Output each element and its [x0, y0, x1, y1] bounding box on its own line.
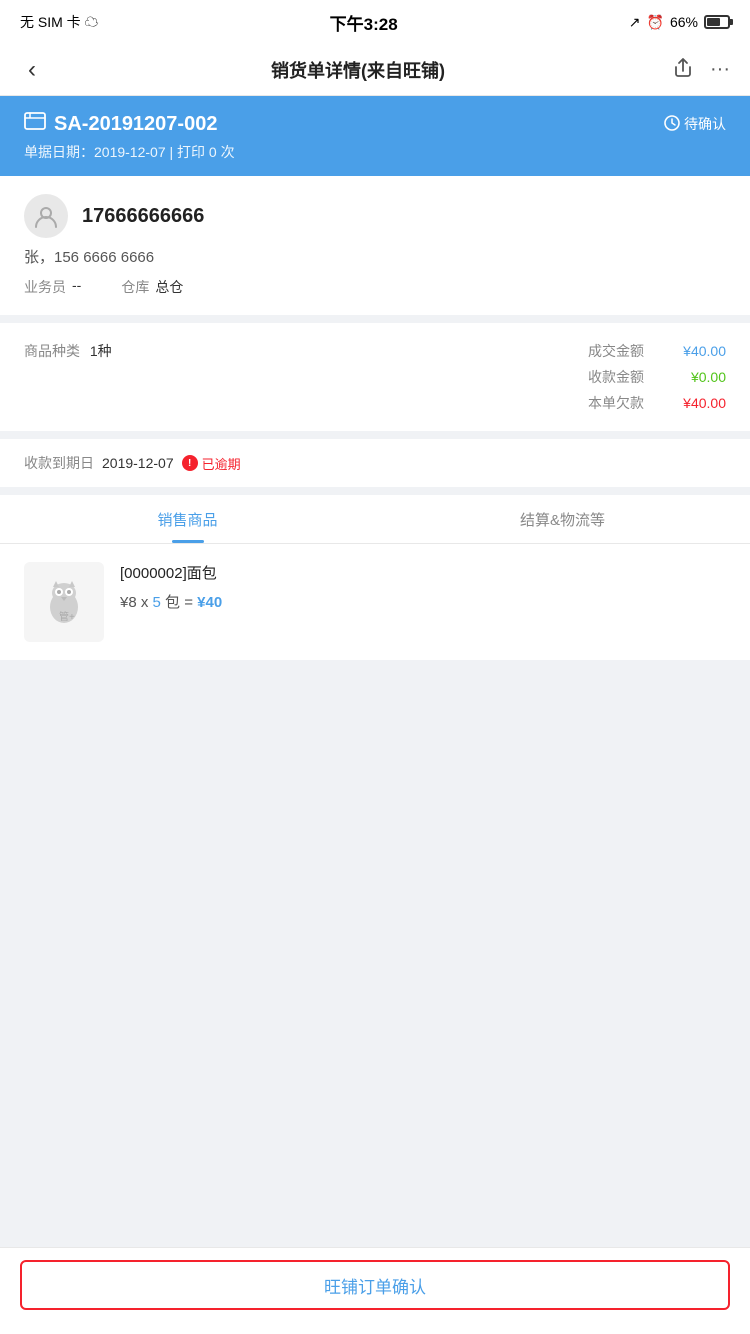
product-qty: 5	[153, 594, 161, 611]
order-icon	[24, 112, 46, 136]
overdue-text: 已逾期	[202, 454, 241, 473]
more-button[interactable]: ···	[710, 58, 730, 81]
confirm-button[interactable]: 旺铺订单确认	[20, 1260, 730, 1310]
status-bar: 无 SIM 卡 ☁ 下午3:28 ↗ ⏰ 66%	[0, 0, 750, 44]
empty-space	[0, 661, 750, 881]
svg-text:管+: 管+	[59, 610, 75, 623]
tab-settlement-label: 结算&物流等	[520, 509, 605, 530]
due-date-label: 收款到期日	[24, 453, 94, 473]
customer-meta: 业务员 -- 仓库 总仓	[24, 277, 726, 297]
product-types-value: 1种	[90, 343, 112, 359]
tabs-row: 销售商品 结算&物流等	[0, 495, 750, 543]
summary-section: 商品种类 1种 成交金额 ¥40.00 收款金额 ¥0.00 本单欠款 ¥40.…	[0, 323, 750, 439]
product-item: 管+ [0000002]面包 ¥8 x 5 包 = ¥40	[0, 544, 750, 661]
summary-right: 成交金额 ¥40.00 收款金额 ¥0.00 本单欠款 ¥40.00	[588, 341, 726, 413]
tab-sales-goods[interactable]: 销售商品	[0, 495, 375, 543]
price-multiply: x	[141, 594, 153, 611]
overdue-icon: !	[182, 455, 198, 471]
warehouse-value: 总仓	[155, 277, 183, 297]
product-info: [0000002]面包 ¥8 x 5 包 = ¥40	[120, 562, 726, 612]
order-header: SA-20191207-002 待确认 单据日期：2019-12-07 | 打印…	[0, 96, 750, 176]
product-types-label: 商品种类	[24, 343, 80, 359]
product-owl-logo: 管+	[39, 577, 89, 627]
customer-section: 17666666666 张，156 6666 6666 业务员 -- 仓库 总仓	[0, 176, 750, 323]
page-title: 销货单详情(来自旺铺)	[271, 57, 445, 83]
product-price: ¥8 x 5 包 = ¥40	[120, 591, 726, 612]
transaction-amount-value: ¥40.00	[656, 343, 726, 359]
warehouse-label: 仓库	[121, 277, 149, 297]
order-id: SA-20191207-002	[24, 112, 217, 136]
received-amount-label: 收款金额	[588, 367, 644, 387]
order-status: 待确认	[664, 114, 726, 134]
customer-avatar	[24, 194, 68, 238]
customer-name: 张，156 6666 6666	[24, 246, 726, 267]
summary-left: 商品种类 1种	[24, 341, 112, 361]
received-amount-row: 收款金额 ¥0.00	[588, 367, 726, 387]
received-amount-value: ¥0.00	[656, 369, 726, 385]
tab-settlement[interactable]: 结算&物流等	[375, 495, 750, 543]
product-thumbnail: 管+	[24, 562, 104, 642]
clock-icon	[664, 115, 680, 134]
transaction-amount-row: 成交金额 ¥40.00	[588, 341, 726, 361]
owed-amount-row: 本单欠款 ¥40.00	[588, 393, 726, 413]
order-date: 单据日期：2019-12-07 | 打印 0 次	[24, 142, 726, 162]
battery-text: 66%	[670, 14, 698, 30]
customer-phone: 17666666666	[82, 205, 204, 228]
back-button[interactable]: ‹	[20, 48, 44, 92]
transaction-amount-label: 成交金额	[588, 341, 644, 361]
order-status-text: 待确认	[684, 114, 726, 134]
order-id-text: SA-20191207-002	[54, 113, 217, 136]
product-total: ¥40	[197, 594, 222, 611]
alarm-icon: ⏰	[647, 14, 664, 31]
product-section: 管+ [0000002]面包 ¥8 x 5 包 = ¥40	[0, 544, 750, 661]
status-right: ↗ ⏰ 66%	[629, 14, 730, 31]
salesman-label: 业务员	[24, 277, 66, 297]
share-button[interactable]	[672, 56, 694, 84]
owed-amount-label: 本单欠款	[588, 393, 644, 413]
owed-amount-value: ¥40.00	[656, 395, 726, 411]
price-equals: =	[184, 594, 197, 611]
status-left: 无 SIM 卡 ☁	[20, 12, 99, 32]
product-unit: 包	[165, 594, 180, 611]
battery-icon	[704, 15, 730, 29]
salesman-meta: 业务员 --	[24, 277, 81, 297]
overdue-badge: ! 已逾期	[182, 454, 241, 473]
tabs-section: 销售商品 结算&物流等	[0, 495, 750, 544]
no-sim-text: 无 SIM 卡 ☁	[20, 12, 99, 32]
nav-bar: ‹ 销货单详情(来自旺铺) ···	[0, 44, 750, 96]
price-value: ¥8	[120, 594, 137, 611]
product-name: [0000002]面包	[120, 562, 726, 583]
tab-sales-goods-label: 销售商品	[157, 509, 217, 530]
nav-actions: ···	[672, 56, 730, 84]
warehouse-meta: 仓库 总仓	[121, 277, 183, 297]
status-time: 下午3:28	[330, 10, 398, 35]
due-date-value: 2019-12-07	[102, 455, 174, 471]
salesman-value: --	[72, 277, 81, 297]
location-icon: ↗	[629, 14, 641, 31]
due-date-section: 收款到期日 2019-12-07 ! 已逾期	[0, 439, 750, 495]
bottom-bar: 旺铺订单确认	[0, 1247, 750, 1334]
